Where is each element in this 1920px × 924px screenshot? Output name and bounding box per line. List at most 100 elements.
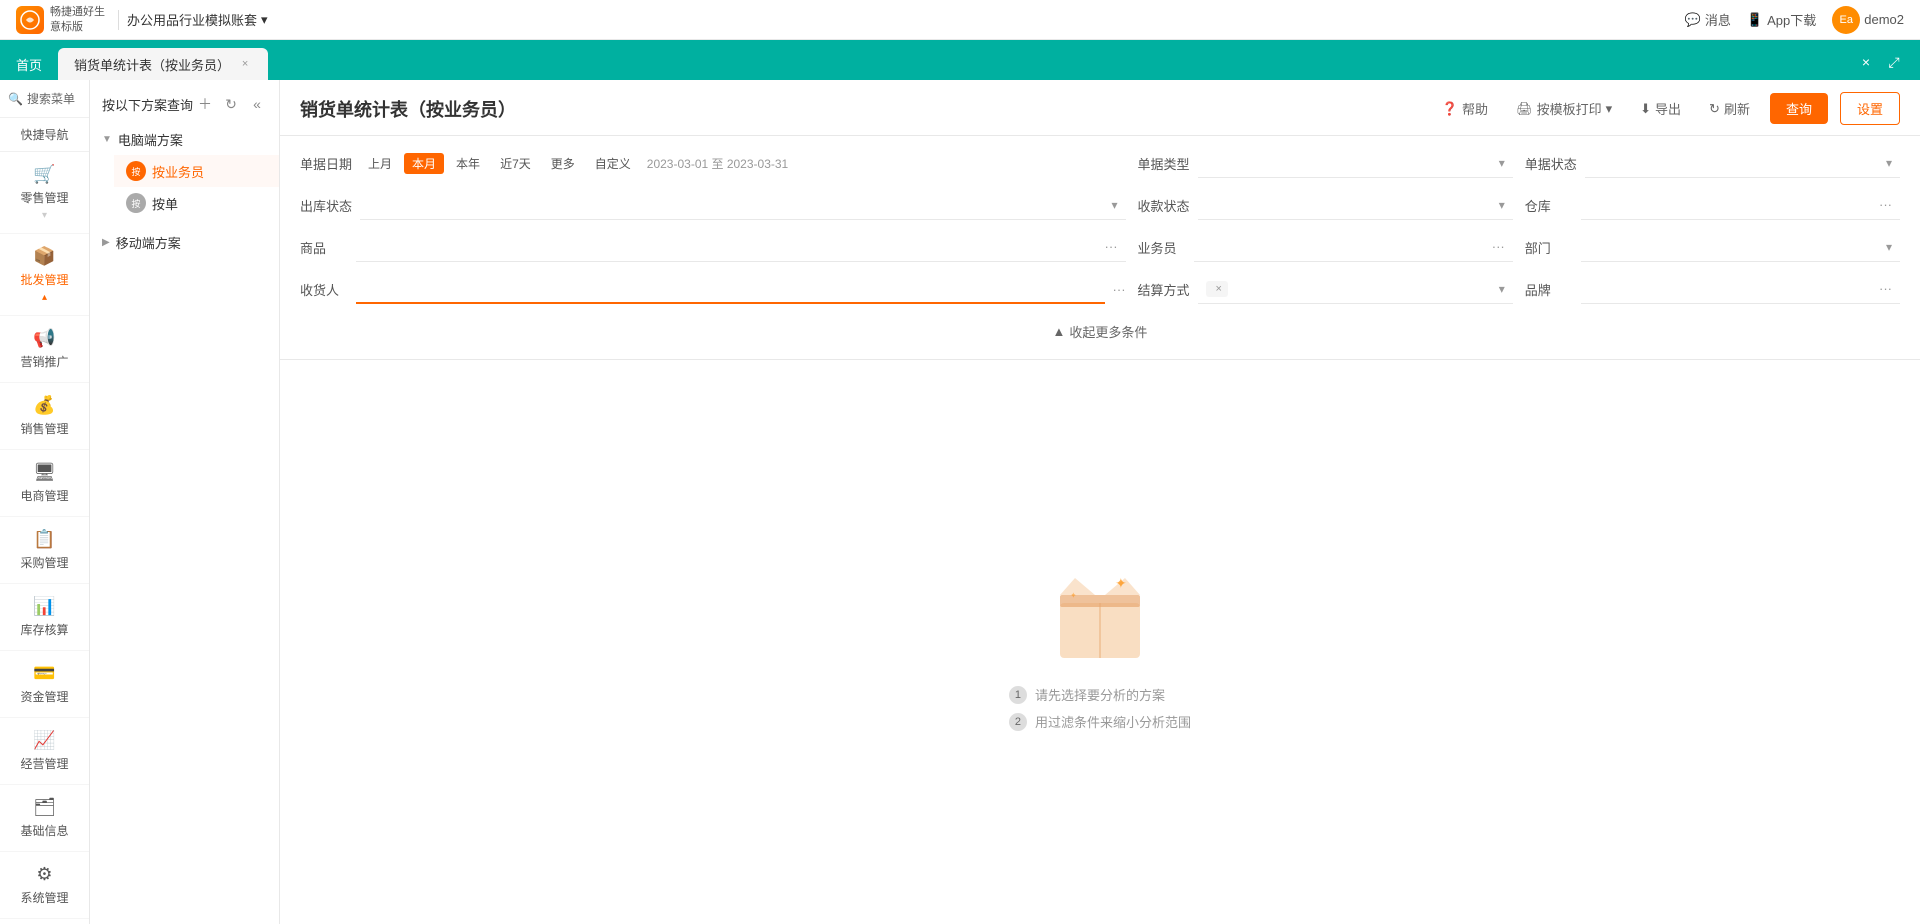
product-select[interactable]: ···	[356, 232, 1126, 262]
sidebar-item-wholesale[interactable]: 📦 批发管理 ▴	[0, 234, 89, 316]
date-tab-last-month[interactable]: 上月	[360, 153, 400, 174]
doc-status-chevron	[1886, 155, 1892, 170]
query-btn[interactable]: 查询	[1770, 93, 1828, 124]
sidebar-quick-nav[interactable]: 快捷导航	[0, 118, 89, 152]
doc-type-select[interactable]	[1198, 148, 1513, 178]
brand-dots: ···	[1879, 281, 1892, 296]
finance-icon: 💳	[33, 663, 55, 684]
filter-row-4: 收货人 ··· 结算方式 ×	[300, 274, 1900, 304]
tree-item-desktop[interactable]: ▼ 电脑端方案	[90, 124, 279, 155]
print-chevron: ▾	[1606, 101, 1613, 117]
out-status-select[interactable]	[360, 190, 1126, 220]
left-panel-actions: ＋ ↻ «	[195, 94, 267, 114]
out-status-label: 出库状态	[300, 196, 352, 215]
tab-sales-stat[interactable]: 销货单统计表（按业务员） ×	[58, 48, 268, 80]
sidebar-item-finance[interactable]: 💳 资金管理	[0, 651, 89, 718]
sidebar-item-inventory[interactable]: 📊 库存核算	[0, 584, 89, 651]
sidebar-item-retail[interactable]: 🛒 零售管理 ▾	[0, 152, 89, 234]
add-scheme-btn[interactable]: ＋	[195, 94, 215, 114]
retail-icon: 🛒	[33, 164, 55, 185]
app-name: 办公用品行业模拟账套	[127, 10, 257, 29]
date-tab-custom[interactable]: 自定义	[587, 153, 639, 174]
purchase-icon: 📋	[33, 529, 55, 550]
refresh-scheme-btn[interactable]: ↻	[221, 94, 241, 114]
add-icon: ＋	[198, 94, 212, 114]
app-download-action[interactable]: 📱 App下载	[1747, 10, 1816, 29]
tree-item-desktop-label: 电脑端方案	[118, 130, 183, 149]
doc-status-col: 单据状态	[1525, 148, 1900, 178]
payment-status-chevron	[1499, 197, 1505, 212]
date-tabs: 上月 本月 本年 近7天 更多 自定义 2023-03-01 至 2023-03…	[360, 153, 788, 174]
warehouse-select[interactable]: ···	[1581, 190, 1900, 220]
date-label: 单据日期	[300, 154, 352, 173]
brand-select[interactable]: ···	[1581, 274, 1900, 304]
settlement-select[interactable]: ×	[1198, 274, 1513, 304]
sidebar-item-operation[interactable]: 📈 经营管理	[0, 718, 89, 785]
consignee-input[interactable]	[356, 274, 1105, 304]
tab-home-label: 首页	[16, 55, 42, 74]
left-panel-header: 按以下方案查询 ＋ ↻ «	[90, 88, 279, 120]
tab-close-icon[interactable]: ×	[238, 57, 252, 71]
page-header: 销货单统计表（按业务员） ❓ 帮助 🖨 按模板打印 ▾ ⬇	[280, 80, 1920, 136]
doc-type-label: 单据类型	[1138, 154, 1190, 173]
doc-status-select[interactable]	[1585, 148, 1900, 178]
export-btn[interactable]: ⬇ 导出	[1632, 95, 1689, 122]
tab-home[interactable]: 首页	[0, 48, 58, 80]
sidebar-item-marketing[interactable]: 📢 营销推广	[0, 316, 89, 383]
sidebar-ecommerce-label: 电商管理	[20, 487, 68, 504]
collapse-conditions-btn[interactable]: ▲ 收起更多条件	[300, 316, 1900, 347]
tree-item-by-staff[interactable]: 按 按业务员	[114, 155, 279, 187]
tree-item-by-order[interactable]: 按 按单	[114, 187, 279, 219]
sidebar-item-ecommerce[interactable]: 🖥 电商管理	[0, 450, 89, 517]
print-btn[interactable]: 🖨 按模板打印 ▾	[1508, 95, 1620, 122]
window-maximize-btn[interactable]: ⤢	[1884, 52, 1904, 72]
dept-col: 部门	[1525, 232, 1900, 262]
message-action[interactable]: 💬 消息	[1685, 10, 1731, 29]
sidebar-item-basic[interactable]: 🗂 基础信息	[0, 785, 89, 852]
settlement-tag-close[interactable]: ×	[1216, 283, 1222, 295]
settlement-label: 结算方式	[1138, 280, 1190, 299]
sidebar-item-system[interactable]: ⚙ 系统管理	[0, 852, 89, 919]
staff-dots: ···	[1492, 239, 1505, 254]
empty-num-2: 2	[1009, 713, 1027, 731]
sidebar-inventory-label: 库存核算	[20, 621, 68, 638]
app-name-dropdown[interactable]: 办公用品行业模拟账套 ▾	[127, 10, 268, 29]
doc-status-label: 单据状态	[1525, 154, 1577, 173]
collapse-label: 收起更多条件	[1069, 322, 1147, 341]
refresh-btn[interactable]: ↻ 刷新	[1701, 95, 1758, 122]
empty-text-container: 1 请先选择要分析的方案 2 用过滤条件来缩小分析范围	[1009, 685, 1191, 731]
tree-item-mobile[interactable]: ▶ 移动端方案	[90, 227, 279, 258]
window-close-btn[interactable]: ×	[1856, 52, 1876, 72]
sidebar: 🔍 搜索菜单 快捷导航 🛒 零售管理 ▾ 📦 批发管理 ▴ 📢 营销推广 💰 销…	[0, 80, 90, 924]
staff-select[interactable]: ···	[1194, 232, 1513, 262]
date-tab-this-month[interactable]: 本月	[404, 153, 444, 174]
tree-children-desktop: 按 按业务员 按 按单	[90, 155, 279, 219]
sidebar-item-enterprise[interactable]: 🤝 企业协同	[0, 919, 89, 924]
user-info[interactable]: Ea demo2	[1832, 6, 1904, 34]
out-status-col: 出库状态	[300, 190, 1126, 220]
date-tab-more[interactable]: 更多	[543, 153, 583, 174]
warehouse-label: 仓库	[1525, 196, 1573, 215]
retail-chevron: ▾	[42, 210, 47, 221]
settings-btn[interactable]: 设置	[1840, 92, 1900, 125]
payment-status-select[interactable]	[1198, 190, 1513, 220]
tree-section-mobile: ▶ 移动端方案	[90, 223, 279, 262]
sidebar-basic-label: 基础信息	[20, 822, 68, 839]
sidebar-item-purchase[interactable]: 📋 采购管理	[0, 517, 89, 584]
dept-select[interactable]	[1581, 232, 1900, 262]
payment-status-label: 收款状态	[1138, 196, 1190, 215]
date-tab-7days[interactable]: 近7天	[492, 153, 539, 174]
collapse-icon: «	[253, 96, 261, 112]
sidebar-item-sales[interactable]: 💰 销售管理	[0, 383, 89, 450]
help-btn[interactable]: ❓ 帮助	[1434, 95, 1496, 122]
scheme-dot-staff: 按	[126, 161, 146, 181]
tree-item-mobile-label: 移动端方案	[116, 233, 181, 252]
sidebar-search[interactable]: 🔍 搜索菜单	[0, 80, 89, 118]
warehouse-col: 仓库 ···	[1525, 190, 1900, 220]
date-tab-this-year[interactable]: 本年	[448, 153, 488, 174]
app-download-icon: 📱	[1747, 12, 1763, 28]
message-label: 消息	[1705, 10, 1731, 29]
tree-expand-icon-desktop: ▼	[102, 134, 112, 145]
filter-row-2: 出库状态 收款状态 仓库	[300, 190, 1900, 220]
collapse-panel-btn[interactable]: «	[247, 94, 267, 114]
